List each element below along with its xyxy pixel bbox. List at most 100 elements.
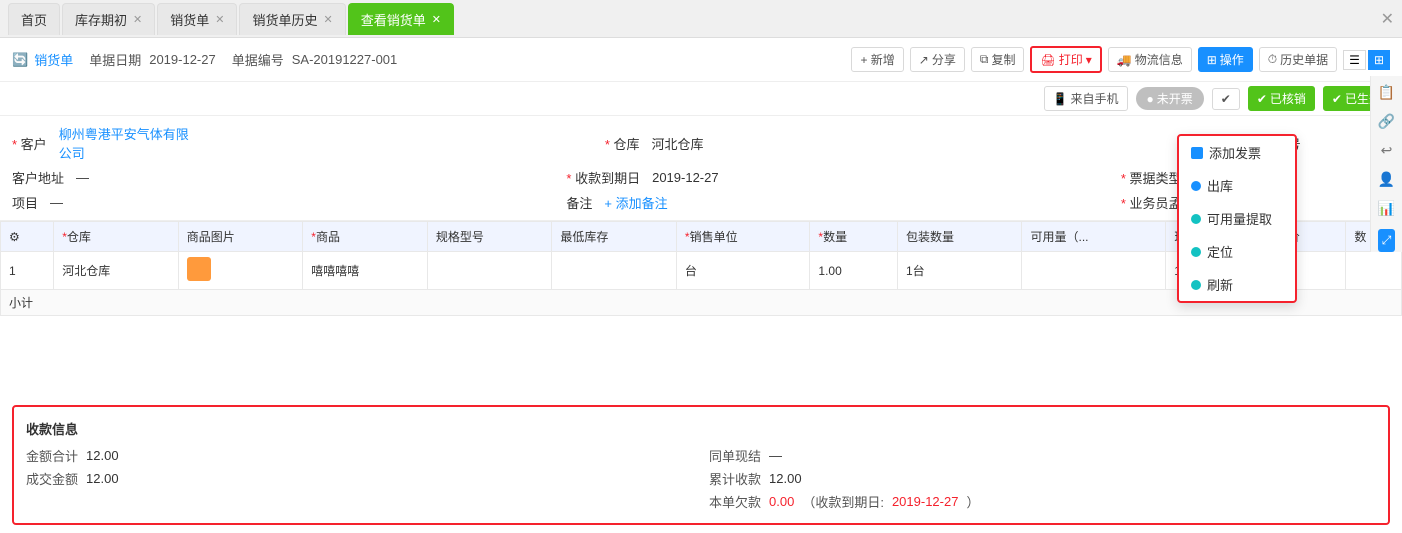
sidebar-icon-1[interactable]: 📋 [1378,84,1395,101]
square-icon [1191,147,1203,159]
print-button[interactable]: 🖨 打印 ▾ [1030,46,1101,73]
row-min-stock [552,252,677,290]
notes-label: 备注 [566,193,592,212]
grid-icon: ⊞ [1207,53,1217,67]
arrears-row: 本单欠款 0.00 （收款到期日: 2019-12-27 ） [709,492,1376,511]
row-quantity: 1.00 [810,252,898,290]
view-table-button[interactable]: ⊞ [1368,50,1390,70]
share-button[interactable]: ↗ 分享 [910,47,965,72]
tab-view-sales[interactable]: 查看销货单 ✕ [348,3,454,35]
add-notes-button[interactable]: + 添加备注 [600,193,671,212]
tab-inventory-init[interactable]: 库存期初 ✕ [62,3,155,35]
col-min-stock: 最低库存 [552,222,677,252]
cumulative-receipts-label: 累计收款 [709,469,761,488]
check-circle-icon: ✔ [1257,92,1267,106]
sidebar-icon-4[interactable]: 👤 [1378,171,1395,188]
settings-icon: ⚙ [9,230,20,244]
tab-sales-history[interactable]: 销货单历史 ✕ [239,3,345,35]
dropdown-refresh[interactable]: 刷新 [1179,268,1295,301]
due-date-value: 2019-12-27 [648,170,723,185]
due-date-label: 收款到期日 [566,168,640,187]
dropdown-out-warehouse[interactable]: 出库 [1179,169,1295,202]
sidebar-icon-3[interactable]: ↩ [1381,142,1393,159]
row-available [1022,252,1166,290]
check-icon: ✔ [1221,92,1231,106]
status-bar: 📱 来自手机 ● 未开票 ✔ ✔ 已核销 ✔ 已生效 [0,82,1402,116]
project-value: — [46,195,67,210]
customer-value[interactable]: 柳州粤港平安气体有限公司 [55,124,205,162]
dropdown-locate[interactable]: 定位 [1179,235,1295,268]
due-date-field: 收款到期日 2019-12-27 [566,168,835,187]
truck-icon: 🚚 [1117,53,1132,67]
project-field: 项目 — [12,193,281,212]
row-product-img [178,252,303,290]
sidebar-icon-5[interactable]: 📊 [1378,200,1395,217]
tab-home[interactable]: 首页 [8,3,60,35]
new-button[interactable]: + 新增 [851,47,903,72]
not-open-button[interactable]: ● 未开票 [1136,87,1204,110]
teal-dot-icon-2 [1191,247,1201,257]
arrears-label: 本单欠款 [709,492,761,511]
tab-sales-order[interactable]: 销货单 ✕ [157,3,237,35]
confirm-check-button[interactable]: ✔ [1212,88,1240,110]
col-unit: *销售单位 [676,222,810,252]
row-package-qty: 1台 [897,252,1022,290]
same-bill-value: — [769,448,782,463]
window-close-button[interactable]: ✕ [1381,9,1394,29]
print-dropdown-icon: ▾ [1086,53,1092,67]
sidebar-icon-2[interactable]: 🔗 [1378,113,1395,130]
amount-total-value: 12.00 [86,448,119,463]
print-icon: 🖨 [1040,53,1055,67]
col-spec: 规格型号 [427,222,552,252]
copy-icon: ⧉ [980,52,989,67]
payment-amount-total-row: 金额合计 12.00 [26,446,693,465]
history-button[interactable]: ⏱ 历史单据 [1259,47,1337,72]
col-quantity: *数量 [810,222,898,252]
arrears-date: 2019-12-27 [892,494,959,509]
circle-icon: ● [1147,92,1154,106]
effective-check-icon: ✔ [1332,92,1342,106]
col-product: *商品 [303,222,428,252]
row-num: 1 [1,252,54,290]
business-label: 业务员孟 [1121,193,1182,212]
teal-dot-icon-1 [1191,214,1201,224]
dropdown-add-invoice[interactable]: 添加发票 [1179,136,1295,169]
dropdown-available-qty[interactable]: 可用量提取 [1179,202,1295,235]
copy-button[interactable]: ⧉ 复制 [971,47,1025,72]
from-phone-button[interactable]: 📱 来自手机 [1044,86,1128,111]
share-icon: ↗ [919,53,929,67]
operate-button[interactable]: ⊞ 操作 [1198,47,1253,72]
doc-number-label: 单据编号 SA-20191227-001 [232,50,398,69]
arrears-note: （收款到期日: [802,492,884,511]
tab-close-sales-history[interactable]: ✕ [324,13,333,26]
payment-title: 收款信息 [26,419,1376,438]
warehouse-value: 河北仓库 [648,134,708,153]
arrears-note-end: ） [966,492,979,511]
confirmed-button[interactable]: ✔ 已核销 [1248,86,1315,111]
row-product: 嘻嘻嘻嘻 [303,252,428,290]
col-product-img: 商品图片 [178,222,303,252]
transaction-amount-label: 成交金额 [26,469,78,488]
main-container: 🔄 销货单 单据日期 2019-12-27 单据编号 SA-20191227-0… [0,38,1402,533]
address-field: 客户地址 — [12,168,281,187]
warehouse-label: 仓库 [605,134,640,153]
logistics-button[interactable]: 🚚 物流信息 [1108,47,1192,72]
tab-close-view-sales[interactable]: ✕ [432,13,441,26]
sales-order-icon: 🔄 [12,52,28,68]
view-list-button[interactable]: ☰ [1343,50,1366,70]
tab-close-inventory-init[interactable]: ✕ [133,13,142,26]
doc-date-label: 单据日期 2019-12-27 [89,50,216,69]
row-warehouse: 河北仓库 [54,252,179,290]
address-value: — [72,170,93,185]
doc-header: 🔄 销货单 单据日期 2019-12-27 单据编号 SA-20191227-0… [0,38,1402,82]
same-bill-row: 同单现结 — [709,446,1376,465]
tab-close-sales-order[interactable]: ✕ [215,13,224,26]
arrears-value: 0.00 [769,494,794,509]
col-warehouse: *仓库 [54,222,179,252]
col-package-qty: 包装数量 [897,222,1022,252]
doc-title: 🔄 销货单 [12,50,73,69]
col-available: 可用量（... [1022,222,1166,252]
sidebar-icon-expand[interactable]: ⤢ [1378,229,1396,252]
notes-field: 备注 + 添加备注 [566,193,835,212]
history-icon: ⏱ [1268,52,1277,67]
